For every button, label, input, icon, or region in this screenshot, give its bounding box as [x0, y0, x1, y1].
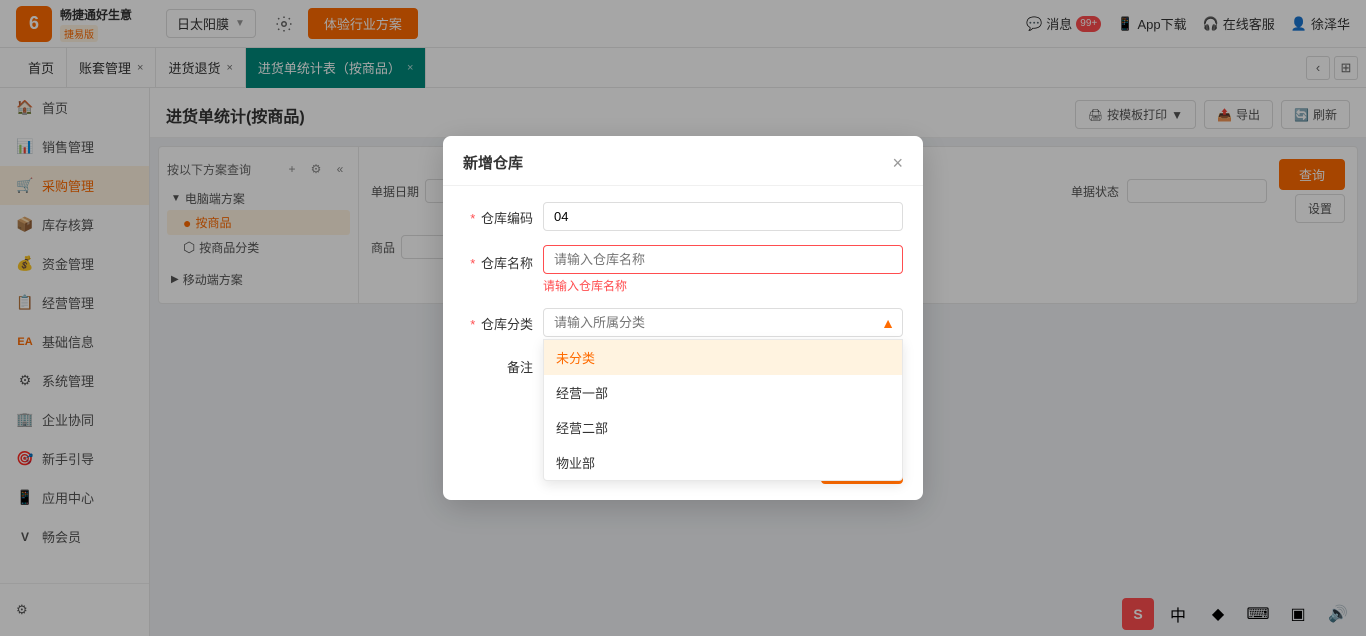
- category-input[interactable]: [543, 308, 903, 337]
- code-input[interactable]: [543, 202, 903, 231]
- name-error-msg: 请输入仓库名称: [543, 277, 627, 294]
- dialog-header: 新增仓库 ×: [443, 136, 923, 186]
- dialog-close-btn[interactable]: ×: [892, 154, 903, 172]
- category-input-wrap: ▲ 未分类 经营一部 经营二部 物业部: [543, 308, 903, 337]
- form-row-category: * 仓库分类 ▲ 未分类 经营一部 经营二部 物业部: [463, 308, 903, 337]
- note-label: 备注: [463, 351, 533, 376]
- dropdown-item-2[interactable]: 经营二部: [544, 410, 902, 445]
- name-label: * 仓库名称: [463, 247, 533, 272]
- modal-overlay: 新增仓库 × * 仓库编码 * 仓库名称: [0, 0, 1366, 636]
- category-toggle-btn[interactable]: ▲: [881, 315, 895, 331]
- form-row-code: * 仓库编码: [463, 202, 903, 231]
- dialog-body: * 仓库编码 * 仓库名称 请输入仓库名称: [443, 186, 923, 441]
- dropdown-item-0[interactable]: 未分类: [544, 340, 902, 375]
- category-dropdown: 未分类 经营一部 经营二部 物业部: [543, 339, 903, 481]
- dropdown-item-1[interactable]: 经营一部: [544, 375, 902, 410]
- code-label: * 仓库编码: [463, 202, 533, 227]
- name-input[interactable]: [543, 245, 903, 274]
- dropdown-item-3[interactable]: 物业部: [544, 445, 902, 480]
- dialog-title: 新增仓库: [463, 152, 523, 173]
- category-label: * 仓库分类: [463, 308, 533, 333]
- new-warehouse-dialog: 新增仓库 × * 仓库编码 * 仓库名称: [443, 136, 923, 500]
- form-row-name: * 仓库名称 请输入仓库名称: [463, 245, 903, 294]
